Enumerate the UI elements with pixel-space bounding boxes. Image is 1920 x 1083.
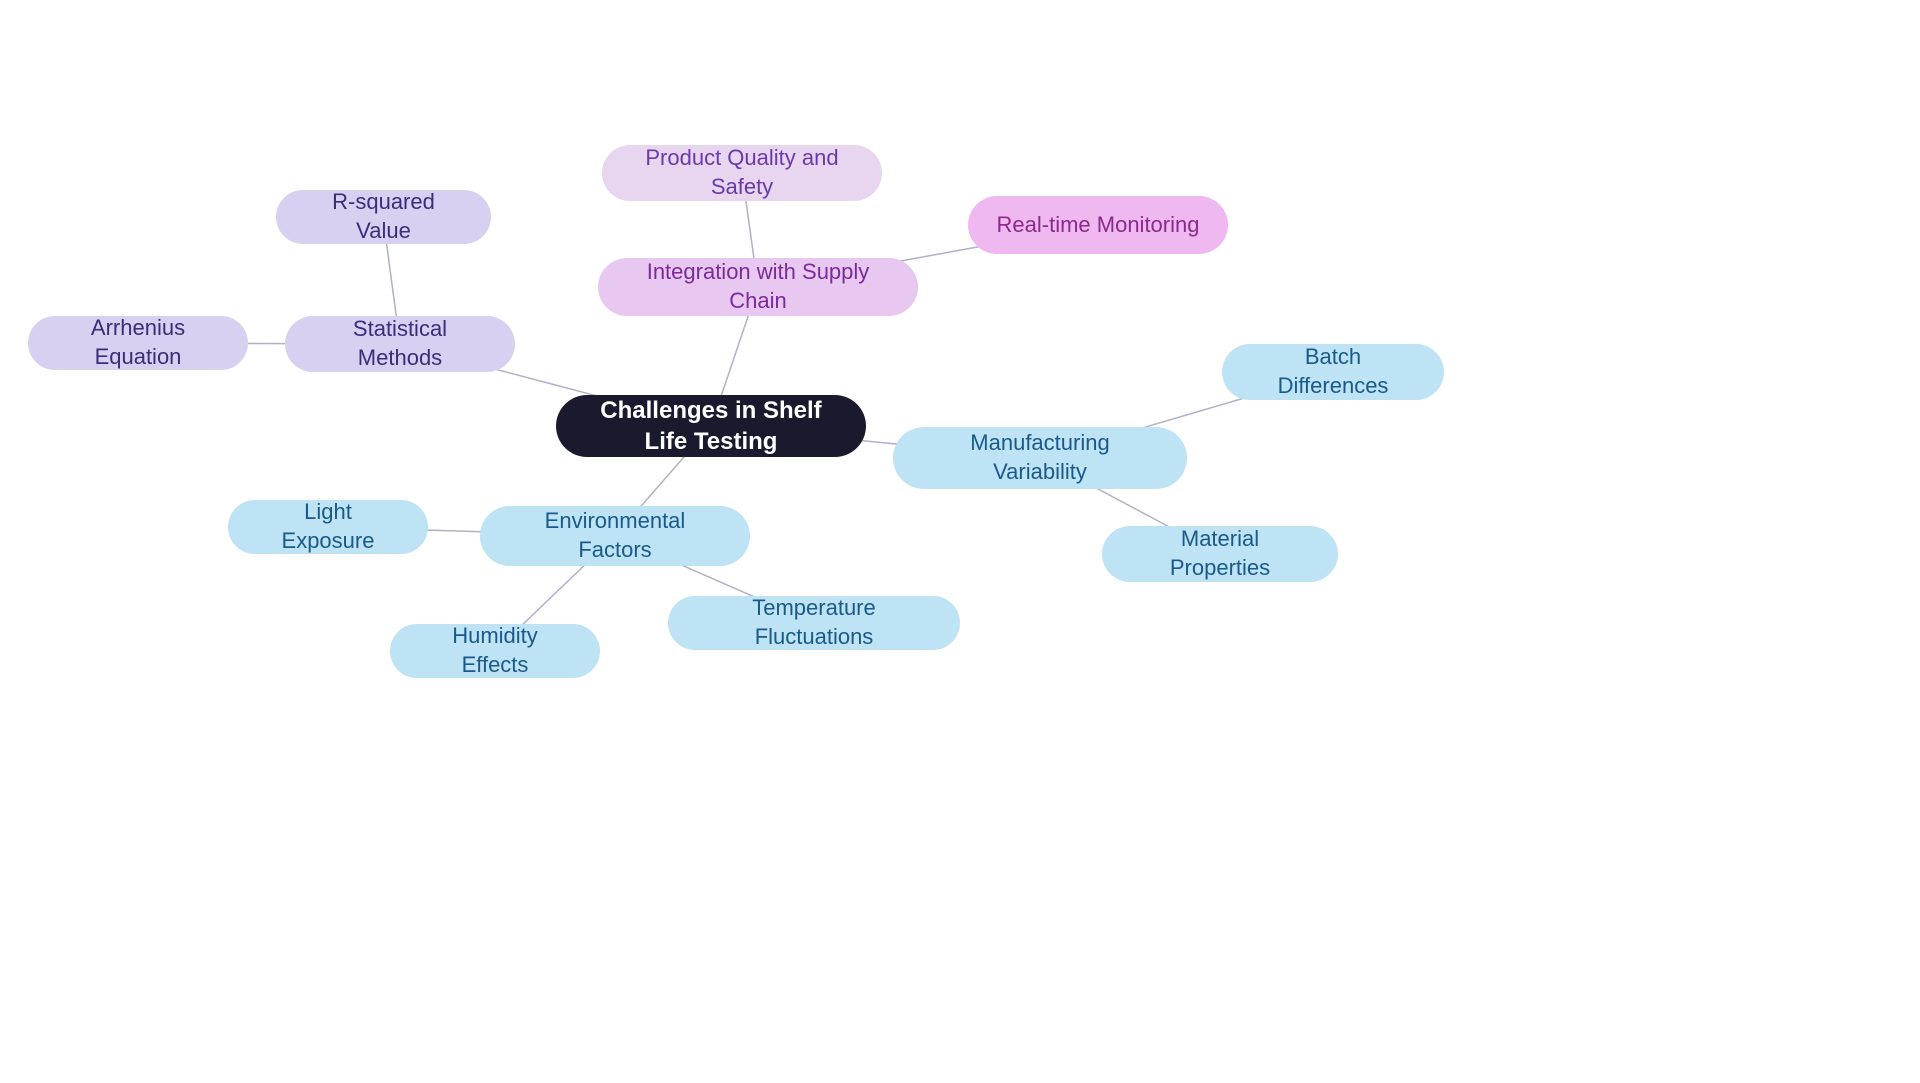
rsquared-label: R-squared Value bbox=[304, 188, 463, 245]
rsquared-node: R-squared Value bbox=[276, 190, 491, 244]
center-node: Challenges in Shelf Life Testing bbox=[556, 395, 866, 457]
batch-node: Batch Differences bbox=[1222, 344, 1444, 400]
temperature-label: Temperature Fluctuations bbox=[696, 594, 932, 651]
realtime-label: Real-time Monitoring bbox=[997, 211, 1200, 240]
statistical-node: Statistical Methods bbox=[285, 316, 515, 372]
light-node: Light Exposure bbox=[228, 500, 428, 554]
center-label: Challenges in Shelf Life Testing bbox=[600, 395, 822, 457]
product-quality-node: Product Quality and Safety bbox=[602, 145, 882, 201]
humidity-node: Humidity Effects bbox=[390, 624, 600, 678]
manufacturing-label: Manufacturing Variability bbox=[921, 429, 1159, 486]
product-quality-label: Product Quality and Safety bbox=[630, 144, 854, 201]
manufacturing-node: Manufacturing Variability bbox=[893, 427, 1187, 489]
arrhenius-node: Arrhenius Equation bbox=[28, 316, 248, 370]
batch-label: Batch Differences bbox=[1250, 343, 1416, 400]
temperature-node: Temperature Fluctuations bbox=[668, 596, 960, 650]
environmental-node: Environmental Factors bbox=[480, 506, 750, 566]
light-label: Light Exposure bbox=[256, 498, 400, 555]
integration-node: Integration with Supply Chain bbox=[598, 258, 918, 316]
environmental-label: Environmental Factors bbox=[508, 507, 722, 564]
humidity-label: Humidity Effects bbox=[418, 622, 572, 679]
material-label: Material Properties bbox=[1130, 525, 1310, 582]
arrhenius-label: Arrhenius Equation bbox=[56, 314, 220, 371]
integration-label: Integration with Supply Chain bbox=[626, 258, 890, 315]
material-node: Material Properties bbox=[1102, 526, 1338, 582]
realtime-node: Real-time Monitoring bbox=[968, 196, 1228, 254]
statistical-label: Statistical Methods bbox=[313, 315, 487, 372]
